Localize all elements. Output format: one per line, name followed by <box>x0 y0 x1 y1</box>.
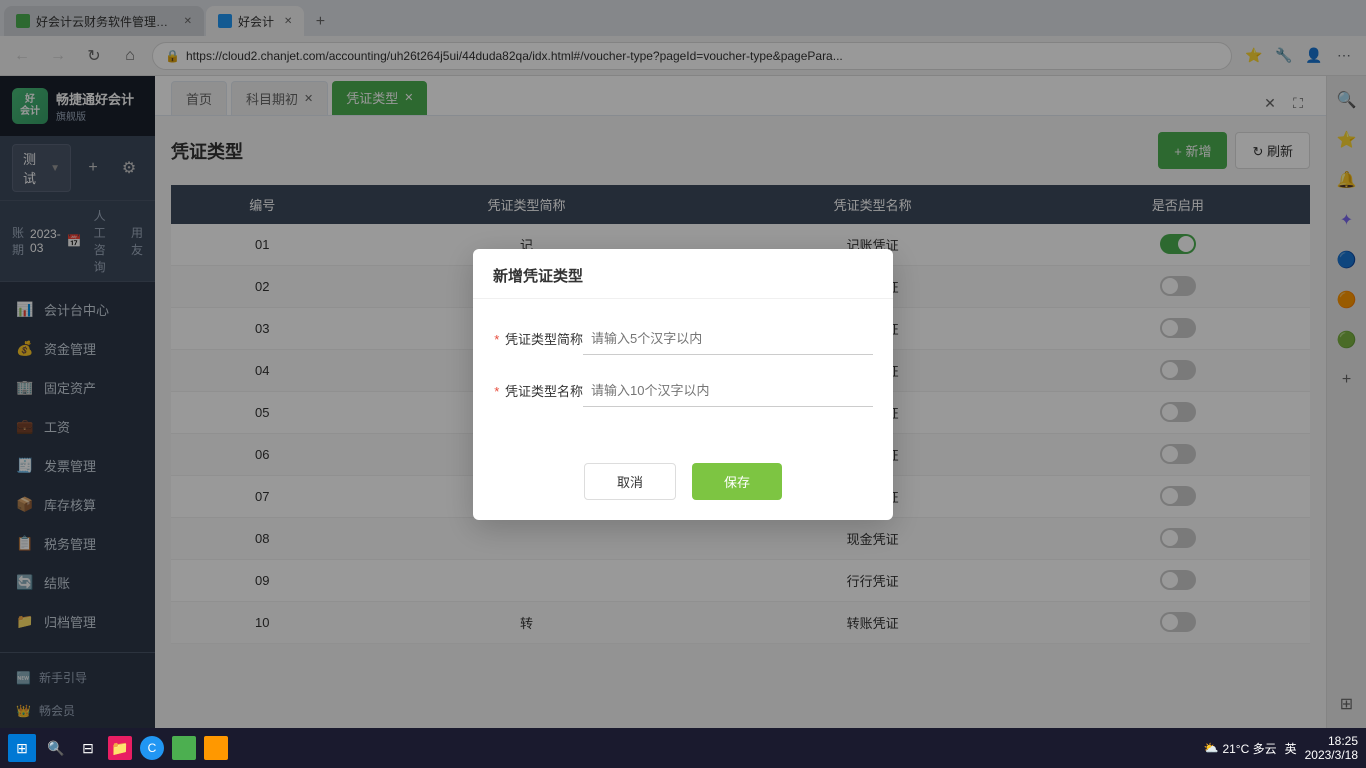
form-row-full-name: * 凭证类型名称 <box>493 375 873 407</box>
full-name-input[interactable] <box>583 375 873 407</box>
modal-title: 新增凭证类型 <box>473 249 893 299</box>
short-name-label-text: 凭证类型简称 <box>505 332 583 347</box>
required-mark-2: * <box>494 384 499 399</box>
task-view[interactable]: ⊟ <box>76 736 100 760</box>
short-name-label: * 凭证类型简称 <box>493 329 583 348</box>
start-button[interactable]: ⊞ <box>8 734 36 762</box>
modal-footer: 取消 保存 <box>473 451 893 520</box>
taskbar-weather: ⛅ 21°C 多云 <box>1203 740 1276 757</box>
weather-temp: 21°C 多云 <box>1222 740 1276 757</box>
taskbar-time: 18:25 <box>1305 734 1358 748</box>
taskbar-app-2[interactable]: C <box>140 736 164 760</box>
weather-icon: ⛅ <box>1203 741 1218 755</box>
taskbar-lang: 英 <box>1285 740 1297 757</box>
taskbar: ⊞ 🔍 ⊟ 📁 C ⛅ 21°C 多云 英 18:25 2023/3/18 <box>0 728 1366 768</box>
full-name-label-text: 凭证类型名称 <box>505 384 583 399</box>
taskbar-app-1[interactable]: 📁 <box>108 736 132 760</box>
form-row-short-name: * 凭证类型简称 <box>493 323 873 355</box>
required-mark-1: * <box>494 332 499 347</box>
modal-overlay: 新增凭证类型 * 凭证类型简称 * 凭证类型名称 取消 保存 <box>0 0 1366 768</box>
save-button[interactable]: 保存 <box>692 463 782 500</box>
taskbar-app-4[interactable] <box>204 736 228 760</box>
taskbar-date: 2023/3/18 <box>1305 748 1358 762</box>
modal-body: * 凭证类型简称 * 凭证类型名称 <box>473 299 893 451</box>
cancel-button[interactable]: 取消 <box>584 463 676 500</box>
short-name-input[interactable] <box>583 323 873 355</box>
full-name-label: * 凭证类型名称 <box>493 381 583 400</box>
add-voucher-type-modal: 新增凭证类型 * 凭证类型简称 * 凭证类型名称 取消 保存 <box>473 249 893 520</box>
taskbar-clock: 18:25 2023/3/18 <box>1305 734 1358 762</box>
taskbar-app-3[interactable] <box>172 736 196 760</box>
search-taskbar[interactable]: 🔍 <box>44 736 68 760</box>
